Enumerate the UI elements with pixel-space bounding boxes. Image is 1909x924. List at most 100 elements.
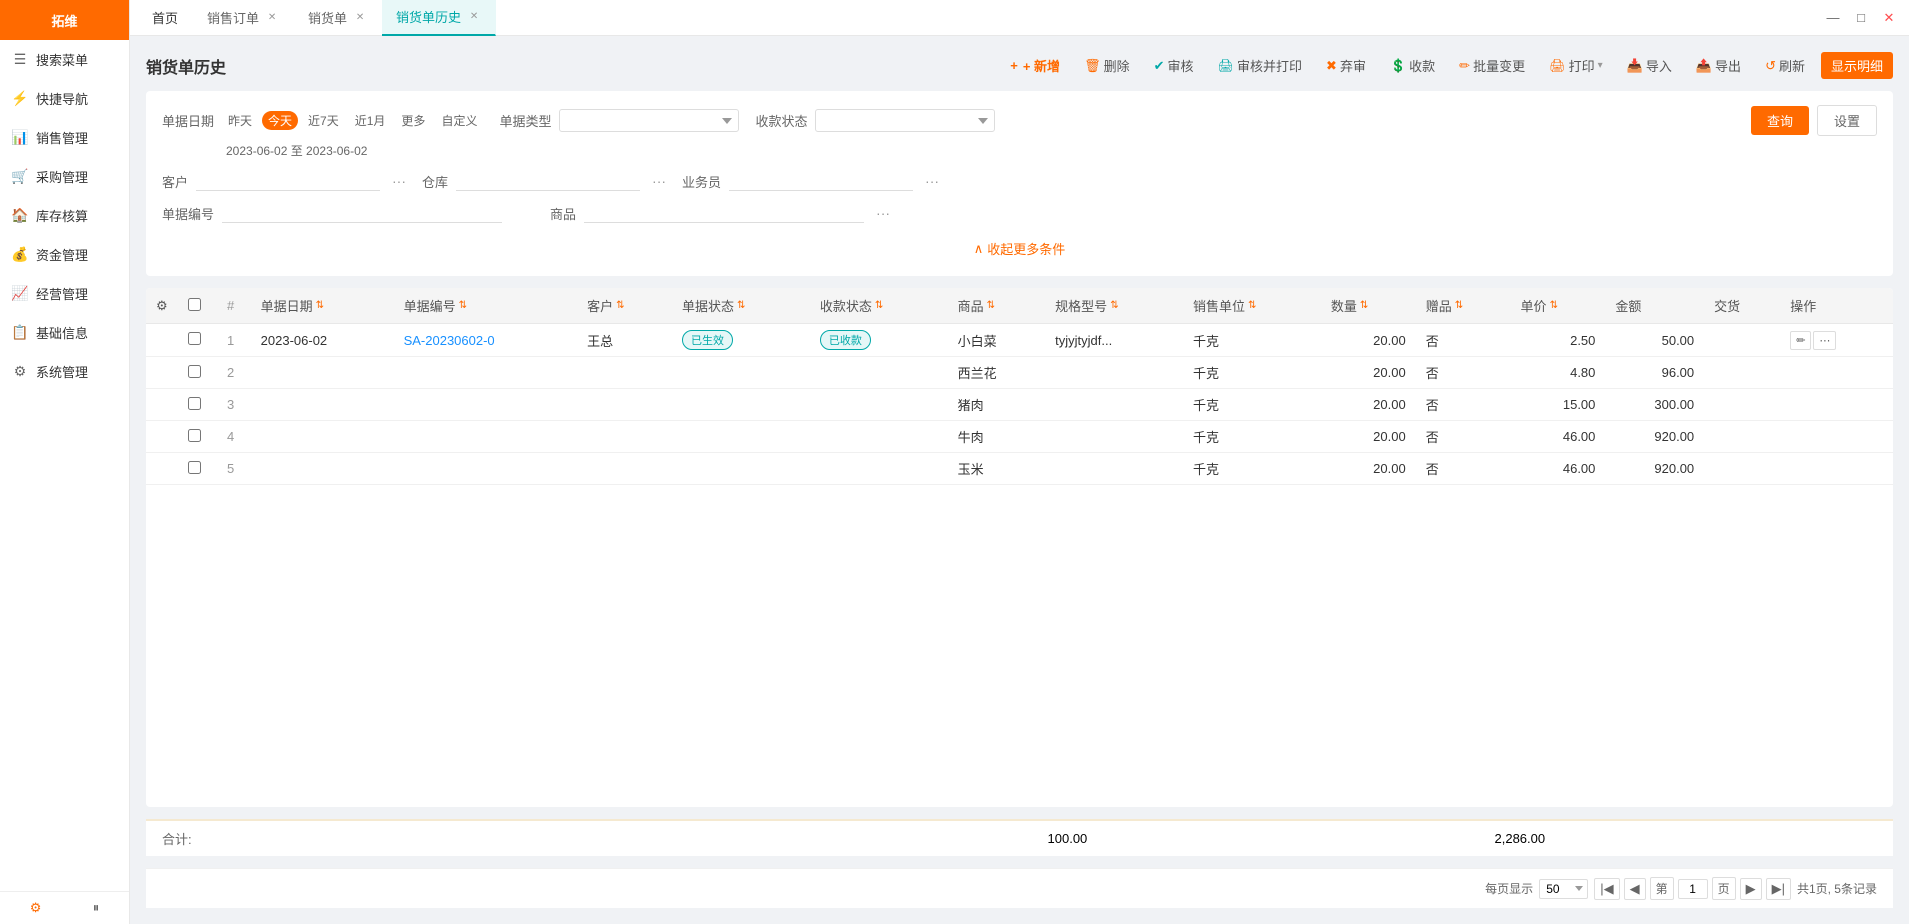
th-doc-date[interactable]: 单据日期⇅ (251, 288, 394, 324)
page-prev-button[interactable]: ◀ (1624, 878, 1646, 900)
th-doc-status[interactable]: 单据状态⇅ (672, 288, 810, 324)
sidebar-item-quick-nav[interactable]: ⚡ 快捷导航 (0, 79, 129, 118)
date-tag-1month[interactable]: 近1月 (349, 111, 392, 130)
staff-more-icon[interactable]: ··· (925, 173, 939, 189)
tab-bar-end: — □ ✕ (1821, 6, 1901, 30)
date-tag-yesterday[interactable]: 昨天 (222, 111, 258, 130)
date-tag-today[interactable]: 今天 (262, 111, 298, 130)
doc-num-input[interactable] (222, 203, 502, 223)
page-number-input[interactable] (1678, 879, 1708, 899)
sort-qty-icon: ⇅ (1360, 300, 1368, 311)
sidebar-bottom-icons[interactable]: ⚙ ⏸ (0, 892, 129, 924)
export-button[interactable]: 📤 导出 (1688, 52, 1749, 79)
row-checkbox-1[interactable] (188, 365, 201, 378)
page-last-button[interactable]: ▶| (1766, 878, 1791, 900)
audit-print-button[interactable]: 🖨 审核并打印 (1210, 52, 1311, 79)
row-spec: tyjyjtyjdf... (1045, 324, 1183, 357)
close-sales-order-tab[interactable]: ✕ (265, 11, 279, 25)
collect-status-select[interactable] (815, 109, 995, 132)
row-check-cell[interactable] (178, 453, 211, 485)
row-customer: 王总 (577, 324, 672, 357)
settings-gear-icon[interactable]: ⚙ (30, 900, 42, 916)
goods-more-icon[interactable]: ··· (876, 205, 890, 221)
refresh-button[interactable]: ↺ 刷新 (1757, 52, 1813, 79)
tab-sales-history[interactable]: 销货单历史 ✕ (382, 0, 496, 36)
page-first-button[interactable]: |◀ (1594, 878, 1619, 900)
print-button[interactable]: 🖨 打印 ▾ (1541, 52, 1611, 79)
row-checkbox-4[interactable] (188, 461, 201, 474)
doc-type-select[interactable] (559, 109, 739, 132)
row-check-cell[interactable] (178, 357, 211, 389)
th-check[interactable] (178, 288, 211, 324)
th-gift[interactable]: 赠品⇅ (1416, 288, 1511, 324)
warehouse-input[interactable] (456, 171, 640, 191)
minimize-icon[interactable]: — (1821, 6, 1845, 30)
filter-doc-num: 单据编号 (162, 203, 502, 223)
sidebar-item-search-menu[interactable]: ☰ 搜索菜单 (0, 40, 129, 79)
more-button-row-0[interactable]: ⋯ (1813, 331, 1836, 350)
th-unit[interactable]: 销售单位⇅ (1183, 288, 1321, 324)
page-unit: 页 (1712, 877, 1736, 900)
query-button[interactable]: 查询 (1751, 106, 1809, 135)
row-check-cell[interactable] (178, 389, 211, 421)
sidebar-item-sales-mgmt[interactable]: 📊 销售管理 (0, 118, 129, 157)
th-goods[interactable]: 商品⇅ (948, 288, 1046, 324)
sidebar-item-ops-mgmt[interactable]: 📈 经营管理 (0, 274, 129, 313)
th-spec[interactable]: 规格型号⇅ (1045, 288, 1183, 324)
row-check-cell[interactable] (178, 324, 211, 357)
import-button[interactable]: 📥 导入 (1619, 52, 1680, 79)
row-checkbox-2[interactable] (188, 397, 201, 410)
th-price[interactable]: 单价⇅ (1511, 288, 1606, 324)
show-detail-button[interactable]: 显示明细 (1821, 52, 1893, 79)
date-tag-custom[interactable]: 自定义 (435, 111, 483, 130)
collect-button[interactable]: 💲 收款 (1382, 52, 1443, 79)
date-tag-more[interactable]: 更多 (395, 111, 431, 130)
delete-button[interactable]: 🗑 删除 (1076, 52, 1138, 79)
row-spec (1045, 453, 1183, 485)
row-checkbox-0[interactable] (188, 332, 201, 345)
row-doc-num[interactable]: SA-20230602-0 (394, 324, 578, 357)
sidebar-item-sys-mgmt[interactable]: ⚙ 系统管理 (0, 352, 129, 391)
goods-input[interactable] (584, 203, 864, 223)
tab-home[interactable]: 首页 (138, 0, 193, 36)
th-customer[interactable]: 客户⇅ (577, 288, 672, 324)
sidebar-item-stock-calc[interactable]: 🏠 库存核算 (0, 196, 129, 235)
close-sales-history-tab[interactable]: ✕ (467, 10, 481, 24)
warehouse-more-icon[interactable]: ··· (652, 173, 666, 189)
row-amount: 300.00 (1605, 389, 1704, 421)
date-tag-7days[interactable]: 近7天 (302, 111, 345, 130)
th-setting[interactable]: ⚙ (146, 288, 178, 324)
tab-sales-order[interactable]: 销售订单 ✕ (193, 0, 294, 36)
abandon-button[interactable]: ✖ 弃审 (1318, 52, 1374, 79)
select-all-checkbox[interactable] (188, 298, 201, 311)
maximize-icon[interactable]: □ (1849, 6, 1873, 30)
batch-change-button[interactable]: ✏ 批量变更 (1451, 52, 1533, 79)
row-check-cell[interactable] (178, 421, 211, 453)
th-doc-num[interactable]: 单据编号⇅ (394, 288, 578, 324)
sidebar-item-purchase-mgmt[interactable]: 🛒 采购管理 (0, 157, 129, 196)
audit-button[interactable]: ✔ 审核 (1146, 52, 1202, 79)
collapse-filter-button[interactable]: ∧ 收起更多条件 (162, 235, 1877, 262)
row-action (1780, 357, 1893, 389)
row-checkbox-3[interactable] (188, 429, 201, 442)
row-customer (577, 357, 672, 389)
th-qty[interactable]: 数量⇅ (1321, 288, 1416, 324)
row-qty: 20.00 (1321, 357, 1416, 389)
customer-more-icon[interactable]: ··· (392, 173, 406, 189)
th-collect-status[interactable]: 收款状态⇅ (810, 288, 948, 324)
sidebar-toggle-icon[interactable]: ⏸ (93, 900, 100, 916)
per-page-select[interactable]: 50 100 (1539, 879, 1588, 899)
edit-button-row-0[interactable]: ✏ (1790, 331, 1811, 350)
sidebar-item-finance-mgmt[interactable]: 💰 资金管理 (0, 235, 129, 274)
new-button[interactable]: + + 新增 (1002, 52, 1068, 79)
close-window-icon[interactable]: ✕ (1877, 6, 1901, 30)
customer-input[interactable] (196, 171, 380, 191)
sort-doc-num-icon: ⇅ (459, 300, 467, 311)
sidebar-item-base-info[interactable]: 📋 基础信息 (0, 313, 129, 352)
close-sales-invoice-tab[interactable]: ✕ (353, 11, 367, 25)
page-next-button[interactable]: ▶ (1740, 878, 1762, 900)
tab-sales-invoice[interactable]: 销货单 ✕ (294, 0, 382, 36)
set-button[interactable]: 设置 (1817, 105, 1877, 136)
staff-input[interactable] (729, 171, 913, 191)
total-info: 共1页, 5条记录 (1797, 880, 1877, 897)
